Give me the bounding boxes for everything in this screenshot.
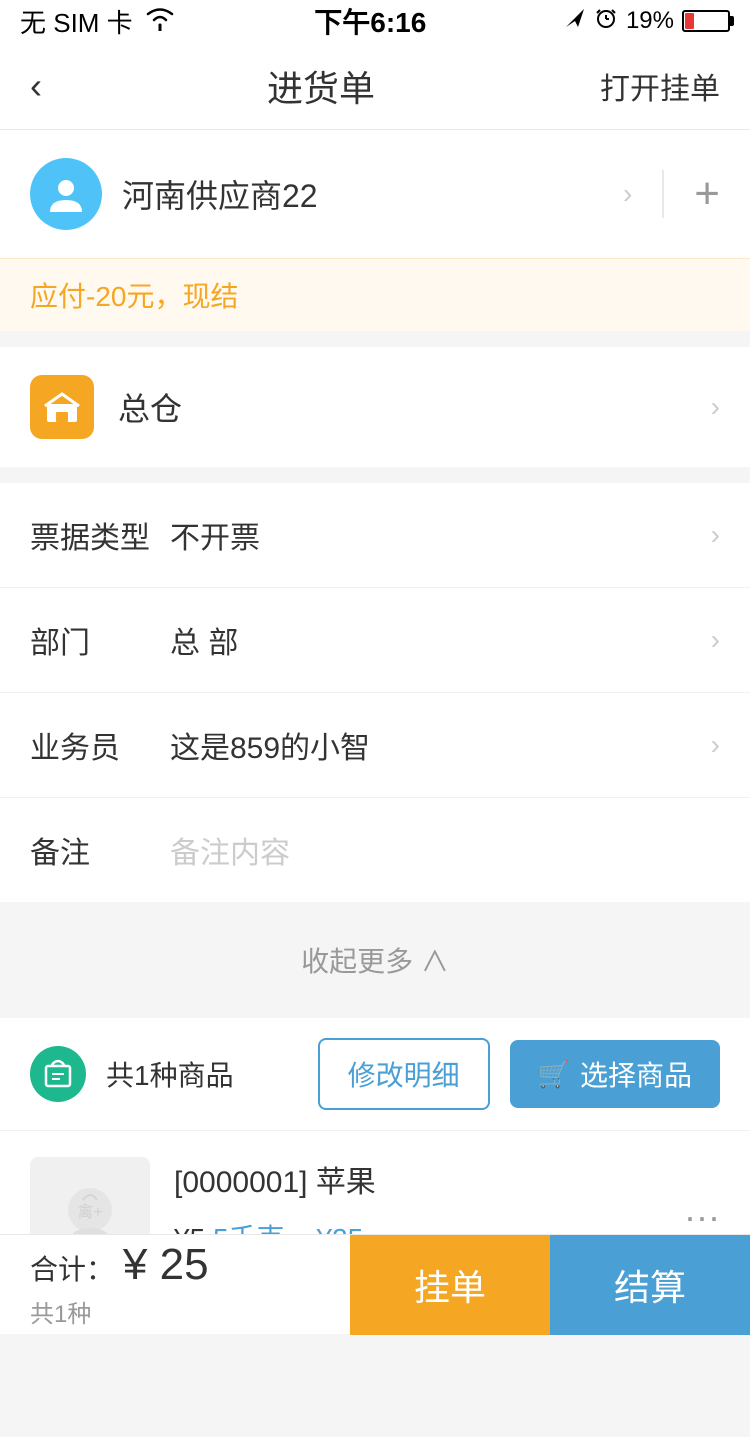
form-section: 票据类型 不开票 › 部门 总 部 › 业务员 这是859的小智 › 备注 备注…: [0, 483, 750, 902]
product-name-text: 苹果: [316, 1166, 376, 1199]
supplier-row: 河南供应商22 › +: [0, 130, 750, 258]
supplier-name[interactable]: 河南供应商22: [122, 171, 623, 217]
footer-total-row: 合计： ¥ 25: [30, 1240, 320, 1290]
status-left: 无 SIM 卡: [20, 3, 177, 40]
footer: 合计： ¥ 25 共1种 挂单 结算: [0, 1234, 750, 1334]
gap: [0, 1002, 750, 1018]
battery-percent: 19%: [626, 7, 674, 35]
footer-spacer: [0, 1317, 750, 1437]
wifi-icon: [143, 5, 177, 38]
remarks-label: 备注: [30, 828, 170, 872]
select-product-label: 选择商品: [580, 1054, 692, 1094]
battery-icon: [682, 10, 730, 32]
svg-text:禽+: 禽+: [77, 1203, 102, 1221]
warehouse-name: 总仓: [118, 384, 711, 430]
products-count-label: 共1种商品: [106, 1054, 298, 1094]
department-value: 总 部: [170, 618, 711, 662]
edit-detail-button[interactable]: 修改明细: [318, 1038, 490, 1110]
status-bar: 无 SIM 卡 下午6:16 19%: [0, 0, 750, 42]
back-button[interactable]: ‹: [30, 65, 42, 107]
hang-button[interactable]: 挂单: [350, 1235, 550, 1335]
product-more-button[interactable]: ···: [684, 1196, 720, 1238]
invoice-type-row[interactable]: 票据类型 不开票 ›: [0, 483, 750, 588]
products-icon: [30, 1046, 86, 1102]
supplier-section: 河南供应商22 › + 应付-20元，现结: [0, 130, 750, 331]
product-code: [0000001]: [174, 1166, 307, 1199]
supplier-chevron-icon: ›: [623, 178, 632, 210]
collapse-toggle[interactable]: 收起更多 ∧: [0, 918, 750, 1002]
carrier-label: 无 SIM 卡: [20, 3, 133, 40]
total-count: 共1种: [30, 1294, 320, 1329]
invoice-type-chevron-icon: ›: [711, 519, 720, 551]
warehouse-section: 总仓 ›: [0, 347, 750, 467]
location-icon: [564, 7, 586, 36]
supplier-avatar: [30, 158, 102, 230]
cart-icon: 🛒: [538, 1059, 570, 1090]
invoice-type-value: 不开票: [170, 513, 711, 557]
nav-bar: ‹ 进货单 打开挂单: [0, 42, 750, 130]
department-row[interactable]: 部门 总 部 ›: [0, 588, 750, 693]
total-amount: ¥ 25: [123, 1240, 209, 1289]
warehouse-chevron-icon: ›: [711, 391, 720, 423]
products-header: 共1种商品 修改明细 🛒 选择商品: [0, 1018, 750, 1131]
status-time: 下午6:16: [314, 1, 426, 41]
department-chevron-icon: ›: [711, 624, 720, 656]
salesperson-chevron-icon: ›: [711, 729, 720, 761]
status-right: 19%: [564, 6, 730, 37]
salesperson-label: 业务员: [30, 723, 170, 767]
supplier-add-button[interactable]: +: [694, 169, 720, 219]
salesperson-value: 这是859的小智: [170, 723, 711, 767]
department-label: 部门: [30, 618, 170, 662]
product-name: [0000001] 苹果: [174, 1157, 660, 1201]
invoice-type-label: 票据类型: [30, 513, 170, 557]
total-label: 合计：: [30, 1254, 114, 1285]
page-title: 进货单: [267, 60, 375, 112]
warehouse-row[interactable]: 总仓 ›: [0, 347, 750, 467]
supplier-alert: 应付-20元，现结: [0, 258, 750, 331]
warehouse-icon: [30, 375, 94, 439]
select-product-button[interactable]: 🛒 选择商品: [510, 1040, 720, 1108]
alarm-icon: [594, 6, 618, 37]
supplier-divider: [662, 170, 664, 218]
footer-total: 合计： ¥ 25 共1种: [0, 1240, 350, 1329]
open-pending-button[interactable]: 打开挂单: [600, 64, 720, 108]
salesperson-row[interactable]: 业务员 这是859的小智 ›: [0, 693, 750, 798]
checkout-button[interactable]: 结算: [550, 1235, 750, 1335]
remarks-row: 备注 备注内容: [0, 798, 750, 902]
remarks-input[interactable]: 备注内容: [170, 828, 720, 872]
